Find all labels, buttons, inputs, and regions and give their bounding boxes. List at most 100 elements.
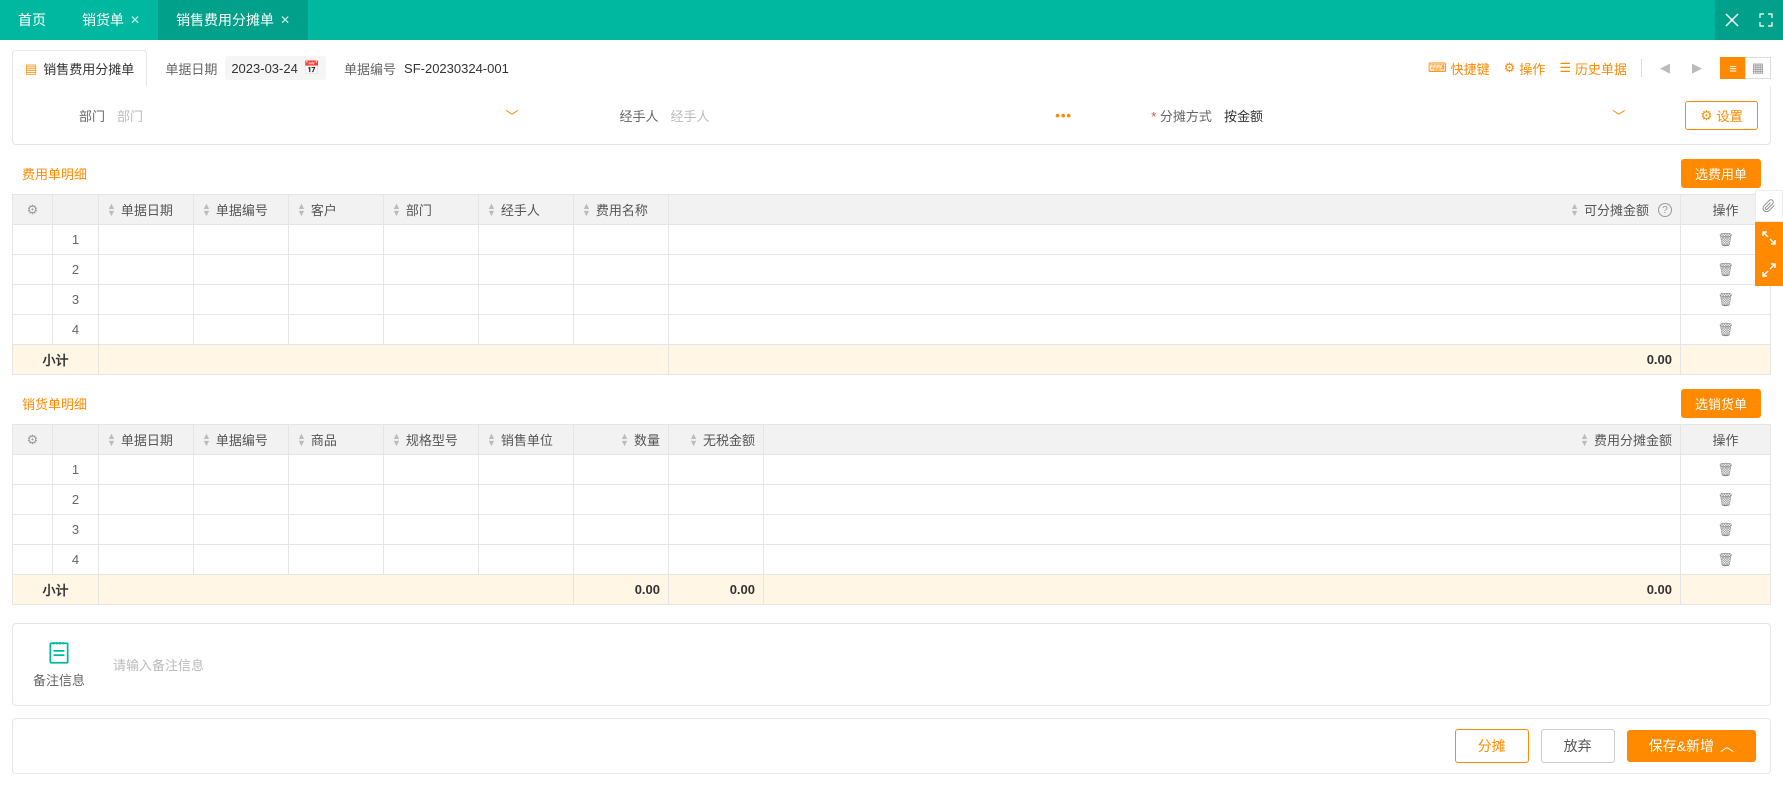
subtotal-label: 小计 (13, 575, 99, 605)
sort-icon: ▲▼ (392, 433, 401, 447)
window-close-button[interactable] (1715, 0, 1749, 40)
handler-input[interactable]: 经手人 ••• (670, 103, 1071, 129)
row-index: 2 (53, 485, 99, 515)
table-row[interactable]: 2🗑 (13, 255, 1771, 285)
sort-icon: ▲▼ (487, 433, 496, 447)
discard-button[interactable]: 放弃 (1541, 729, 1615, 763)
prev-record-button[interactable]: ◀ (1656, 60, 1674, 76)
subtotal-value: 0.00 (669, 345, 1681, 375)
col-handler[interactable]: ▲▼经手人 (479, 195, 574, 225)
col-date[interactable]: ▲▼单据日期 (99, 195, 194, 225)
table-row[interactable]: 3🗑 (13, 285, 1771, 315)
row-index: 3 (53, 515, 99, 545)
col-settings[interactable]: ⚙ (13, 425, 53, 455)
col-settings[interactable]: ⚙ (13, 195, 53, 225)
delete-row-icon[interactable]: 🗑 (1717, 552, 1734, 567)
sort-icon: ▲▼ (392, 203, 401, 217)
view-grid-button[interactable]: ▦ (1745, 57, 1771, 79)
col-unit[interactable]: ▲▼销售单位 (479, 425, 574, 455)
history-link[interactable]: ☰ 历史单据 (1559, 59, 1627, 78)
table-row[interactable]: 1🗑 (13, 455, 1771, 485)
action-link[interactable]: ⚙ 操作 (1504, 59, 1546, 78)
delete-row-icon[interactable]: 🗑 (1717, 522, 1734, 537)
col-fee-name[interactable]: ▲▼费用名称 (574, 195, 669, 225)
table-row[interactable]: 3🗑 (13, 515, 1771, 545)
method-filter: 分摊方式 按金额 ﹀ (1132, 103, 1625, 129)
handler-filter: 经手人 经手人 ••• (578, 103, 1071, 129)
select-sales-button[interactable]: 选销货单 (1681, 389, 1761, 418)
delete-row-icon[interactable]: 🗑 (1717, 232, 1734, 247)
table-row[interactable]: 4🗑 (13, 545, 1771, 575)
gear-icon: ⚙ (27, 432, 39, 447)
remarks-icon-block: 备注信息 (33, 640, 85, 689)
sort-icon: ▲▼ (620, 433, 629, 447)
sales-section-header: 销货单明细 选销货单 (12, 389, 1771, 418)
sort-icon: ▲▼ (107, 433, 116, 447)
gear-icon: ⚙ (1700, 108, 1712, 124)
remarks-label: 备注信息 (33, 670, 85, 689)
doc-date-label: 单据日期 (165, 59, 217, 78)
next-record-button[interactable]: ▶ (1688, 60, 1706, 76)
tab-expense-allocation[interactable]: 销售费用分摊单 ✕ (158, 0, 308, 40)
allocate-button[interactable]: 分摊 (1455, 729, 1529, 763)
attachment-button[interactable] (1755, 190, 1783, 222)
fullscreen-button[interactable] (1749, 0, 1783, 40)
delete-row-icon[interactable]: 🗑 (1717, 322, 1734, 337)
col-customer[interactable]: ▲▼客户 (289, 195, 384, 225)
tab-label: 销售费用分摊单 (176, 10, 274, 30)
col-dept[interactable]: ▲▼部门 (384, 195, 479, 225)
department-input[interactable]: 部门 ﹀ (117, 103, 518, 129)
doc-number: 单据编号 SF-20230324-001 (344, 59, 509, 78)
expand-button-2[interactable] (1755, 254, 1783, 286)
chevron-up-icon: ︿ (1720, 736, 1734, 756)
note-icon (46, 640, 72, 666)
help-icon[interactable]: ? (1658, 203, 1672, 217)
subtotal-notax: 0.00 (669, 575, 764, 605)
tab-label: 首页 (18, 10, 46, 30)
remarks-input[interactable]: 请输入备注信息 (113, 655, 1750, 674)
col-alloc-amount[interactable]: ▲▼可分摊金额? (669, 195, 1681, 225)
tab-sales-order[interactable]: 销货单 ✕ (64, 0, 158, 40)
tab-home[interactable]: 首页 (0, 0, 64, 40)
calendar-icon: 📅 (304, 60, 320, 76)
col-num[interactable]: ▲▼单据编号 (194, 425, 289, 455)
col-num[interactable]: ▲▼单据编号 (194, 195, 289, 225)
col-fee-alloc[interactable]: ▲▼费用分摊金额 (764, 425, 1681, 455)
delete-row-icon[interactable]: 🗑 (1717, 492, 1734, 507)
table-row[interactable]: 2🗑 (13, 485, 1771, 515)
doc-number-value: SF-20230324-001 (404, 61, 509, 76)
settings-button[interactable]: ⚙ 设置 (1685, 101, 1758, 130)
delete-row-icon[interactable]: 🗑 (1717, 292, 1734, 307)
sort-icon: ▲▼ (1570, 203, 1579, 217)
view-list-button[interactable]: ≡ (1720, 57, 1746, 79)
col-product[interactable]: ▲▼商品 (289, 425, 384, 455)
col-idx (53, 425, 99, 455)
expand-button-1[interactable] (1755, 222, 1783, 254)
doc-date-picker[interactable]: 2023-03-24 📅 (225, 56, 326, 80)
department-label: 部门 (25, 106, 105, 125)
sort-icon: ▲▼ (1580, 433, 1589, 447)
placeholder: 部门 (117, 106, 143, 125)
method-select[interactable]: 按金额 ﹀ (1224, 103, 1625, 129)
hotkey-link[interactable]: ⌨ 快捷键 (1428, 59, 1490, 78)
gear-icon: ⚙ (1504, 60, 1516, 76)
col-qty[interactable]: ▲▼数量 (574, 425, 669, 455)
document-header: ▤ 销售费用分摊单 单据日期 2023-03-24 📅 单据编号 SF-2023… (12, 50, 1771, 86)
expense-table: ⚙ ▲▼单据日期 ▲▼单据编号 ▲▼客户 ▲▼部门 ▲▼经手人 ▲▼费用名称 ▲… (12, 194, 1771, 375)
close-icon[interactable]: ✕ (130, 13, 140, 27)
sales-table: ⚙ ▲▼单据日期 ▲▼单据编号 ▲▼商品 ▲▼规格型号 ▲▼销售单位 ▲▼数量 … (12, 424, 1771, 605)
sales-subtotal-row: 小计 0.00 0.00 0.00 (13, 575, 1771, 605)
col-spec[interactable]: ▲▼规格型号 (384, 425, 479, 455)
col-notax[interactable]: ▲▼无税金额 (669, 425, 764, 455)
doc-date: 单据日期 2023-03-24 📅 (165, 56, 326, 80)
col-ops: 操作 (1681, 425, 1771, 455)
table-row[interactable]: 4🗑 (13, 315, 1771, 345)
delete-row-icon[interactable]: 🗑 (1717, 262, 1734, 277)
table-row[interactable]: 1🗑 (13, 225, 1771, 255)
sort-icon: ▲▼ (107, 203, 116, 217)
col-date[interactable]: ▲▼单据日期 (99, 425, 194, 455)
save-add-button[interactable]: 保存&新增 ︿ (1627, 730, 1756, 762)
close-icon[interactable]: ✕ (280, 13, 290, 27)
select-expense-button[interactable]: 选费用单 (1681, 159, 1761, 188)
delete-row-icon[interactable]: 🗑 (1717, 462, 1734, 477)
